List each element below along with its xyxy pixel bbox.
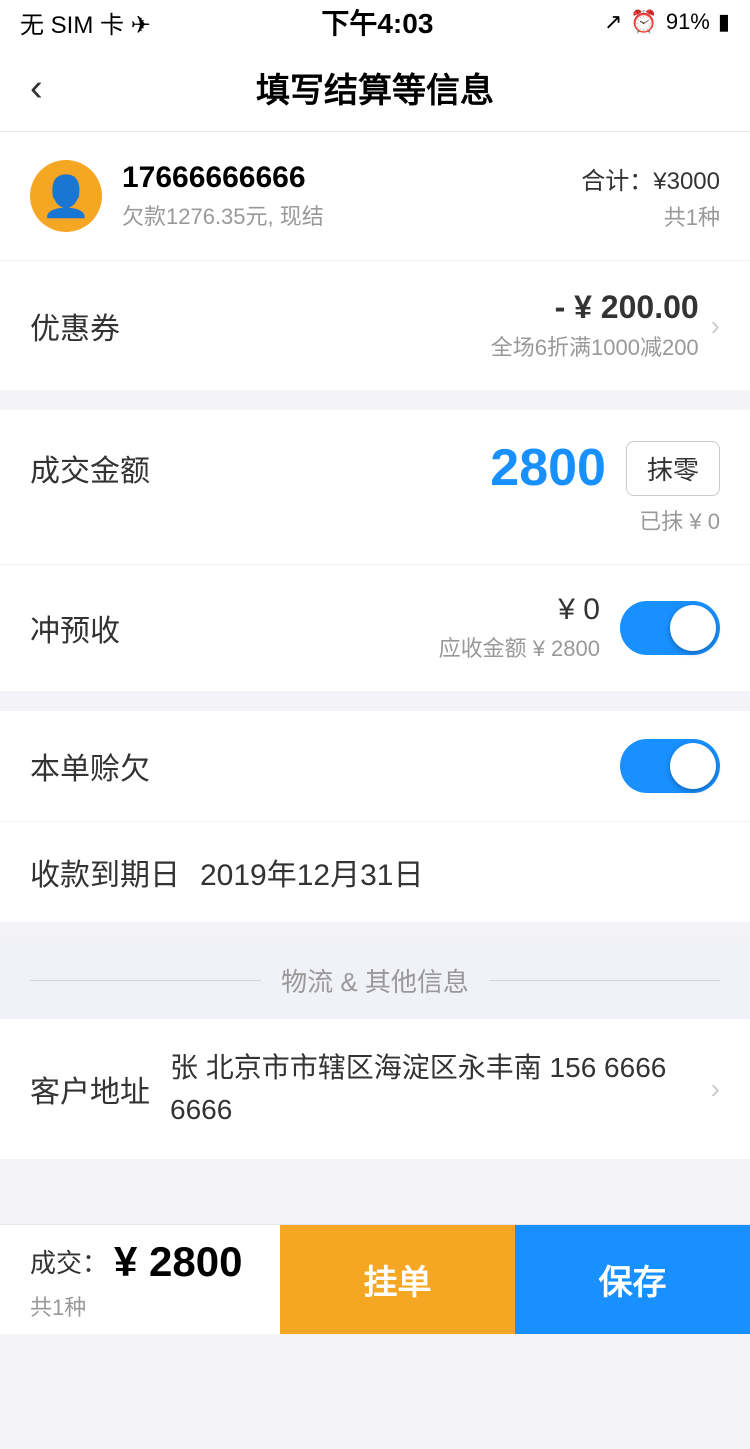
user-info-text: 17666666666 欠款1276.35元, 现结 xyxy=(122,161,324,231)
footer-deal-count: 共1种 xyxy=(30,1290,250,1322)
footer-deal-amount: ¥ 2800 xyxy=(114,1238,242,1286)
address-label: 客户地址 xyxy=(30,1067,150,1111)
sim-status: 无 SIM 卡 ✈ xyxy=(20,5,151,40)
prepay-label: 冲预收 xyxy=(30,606,120,650)
divider-line-left xyxy=(30,980,261,981)
duedate-label: 收款到期日 xyxy=(30,850,180,894)
prepay-right: ¥ 0 应收金额 ¥ 2800 xyxy=(439,593,720,663)
coupon-label: 优惠券 xyxy=(30,304,120,348)
coupon-row[interactable]: 优惠券 - ¥ 200.00 全场6折满1000减200 › xyxy=(0,261,750,390)
prepay-row: 冲预收 ¥ 0 应收金额 ¥ 2800 xyxy=(30,593,720,663)
footer: 成交： ¥ 2800 共1种 挂单 保存 xyxy=(0,1224,750,1334)
coupon-desc: 全场6折满1000减200 xyxy=(491,330,699,362)
user-info-left: 👤 17666666666 欠款1276.35元, 现结 xyxy=(30,160,324,232)
address-section[interactable]: 客户地址 张 北京市市辖区海淀区永丰南 156 6666 6666 › xyxy=(0,1019,750,1159)
user-debt: 欠款1276.35元, 现结 xyxy=(122,199,324,231)
page-title: 填写结算等信息 xyxy=(256,63,494,112)
debt-label: 本单赊欠 xyxy=(30,744,150,788)
avatar: 👤 xyxy=(30,160,102,232)
avatar-icon: 👤 xyxy=(41,173,91,220)
section-gap-1 xyxy=(0,390,750,410)
address-value: 张 北京市市辖区海淀区永丰南 156 6666 6666 xyxy=(170,1047,711,1131)
footer-deal-row: 成交： ¥ 2800 xyxy=(30,1238,250,1286)
footer-deal-label: 成交： xyxy=(30,1243,108,1280)
total-label: 合计：¥3000 xyxy=(581,161,720,196)
duedate-section: 收款到期日 2019年12月31日 xyxy=(0,821,750,922)
section-gap-2 xyxy=(0,691,750,711)
coupon-chevron-icon: › xyxy=(711,310,720,342)
deal-amount-value-area: 2800 抹零 xyxy=(490,438,720,498)
prepay-toggle[interactable] xyxy=(620,601,720,655)
prepay-amount: ¥ 0 xyxy=(439,593,600,627)
prepay-value-area: ¥ 0 应收金额 ¥ 2800 xyxy=(439,593,600,663)
logistics-divider: 物流 & 其他信息 xyxy=(0,942,750,1019)
user-phone: 17666666666 xyxy=(122,161,324,195)
battery-icon: ▮ xyxy=(718,9,730,35)
section-gap-3 xyxy=(0,922,750,942)
deal-amount-sub: 已抹 ¥ 0 xyxy=(30,504,720,536)
status-bar-right: ↗ ⏰ 91% ▮ xyxy=(604,9,730,35)
divider-line-right xyxy=(489,980,720,981)
hold-button[interactable]: 挂单 xyxy=(280,1225,515,1334)
coupon-amount: - ¥ 200.00 xyxy=(491,289,699,326)
alarm-icon: ⏰ xyxy=(630,9,657,35)
user-info-right: 合计：¥3000 共1种 xyxy=(581,161,720,232)
status-bar: 无 SIM 卡 ✈ 下午4:03 ↗ ⏰ 91% ▮ xyxy=(0,0,750,44)
debt-toggle[interactable] xyxy=(620,739,720,793)
status-bar-time: 下午4:03 xyxy=(321,2,433,42)
duedate-value: 2019年12月31日 xyxy=(200,850,423,894)
address-chevron-icon: › xyxy=(711,1073,720,1105)
logistics-divider-text: 物流 & 其他信息 xyxy=(281,962,469,999)
deal-amount-value: 2800 xyxy=(490,438,606,498)
location-icon: ↗ xyxy=(604,9,622,35)
deal-amount-row: 成交金额 2800 抹零 xyxy=(30,438,720,498)
battery-level: 91% xyxy=(666,9,710,35)
back-button[interactable]: ‹ xyxy=(30,69,43,107)
duedate-row: 收款到期日 2019年12月31日 xyxy=(30,850,720,894)
prepay-desc: 应收金额 ¥ 2800 xyxy=(439,631,600,663)
nav-bar: ‹ 填写结算等信息 xyxy=(0,44,750,132)
status-bar-left: 无 SIM 卡 ✈ xyxy=(20,5,151,40)
round-button[interactable]: 抹零 xyxy=(626,441,720,496)
footer-info: 成交： ¥ 2800 共1种 xyxy=(0,1238,280,1322)
deal-amount-section: 成交金额 2800 抹零 已抹 ¥ 0 xyxy=(0,410,750,565)
coupon-right: - ¥ 200.00 全场6折满1000减200 › xyxy=(491,289,720,362)
user-info-row: 👤 17666666666 欠款1276.35元, 现结 合计：¥3000 共1… xyxy=(0,132,750,261)
prepay-section: 冲预收 ¥ 0 应收金额 ¥ 2800 xyxy=(0,565,750,691)
save-button[interactable]: 保存 xyxy=(515,1225,750,1334)
deal-amount-label: 成交金额 xyxy=(30,446,150,490)
total-count: 共1种 xyxy=(581,200,720,232)
debt-section: 本单赊欠 xyxy=(0,711,750,821)
user-info-card: 👤 17666666666 欠款1276.35元, 现结 合计：¥3000 共1… xyxy=(0,132,750,390)
